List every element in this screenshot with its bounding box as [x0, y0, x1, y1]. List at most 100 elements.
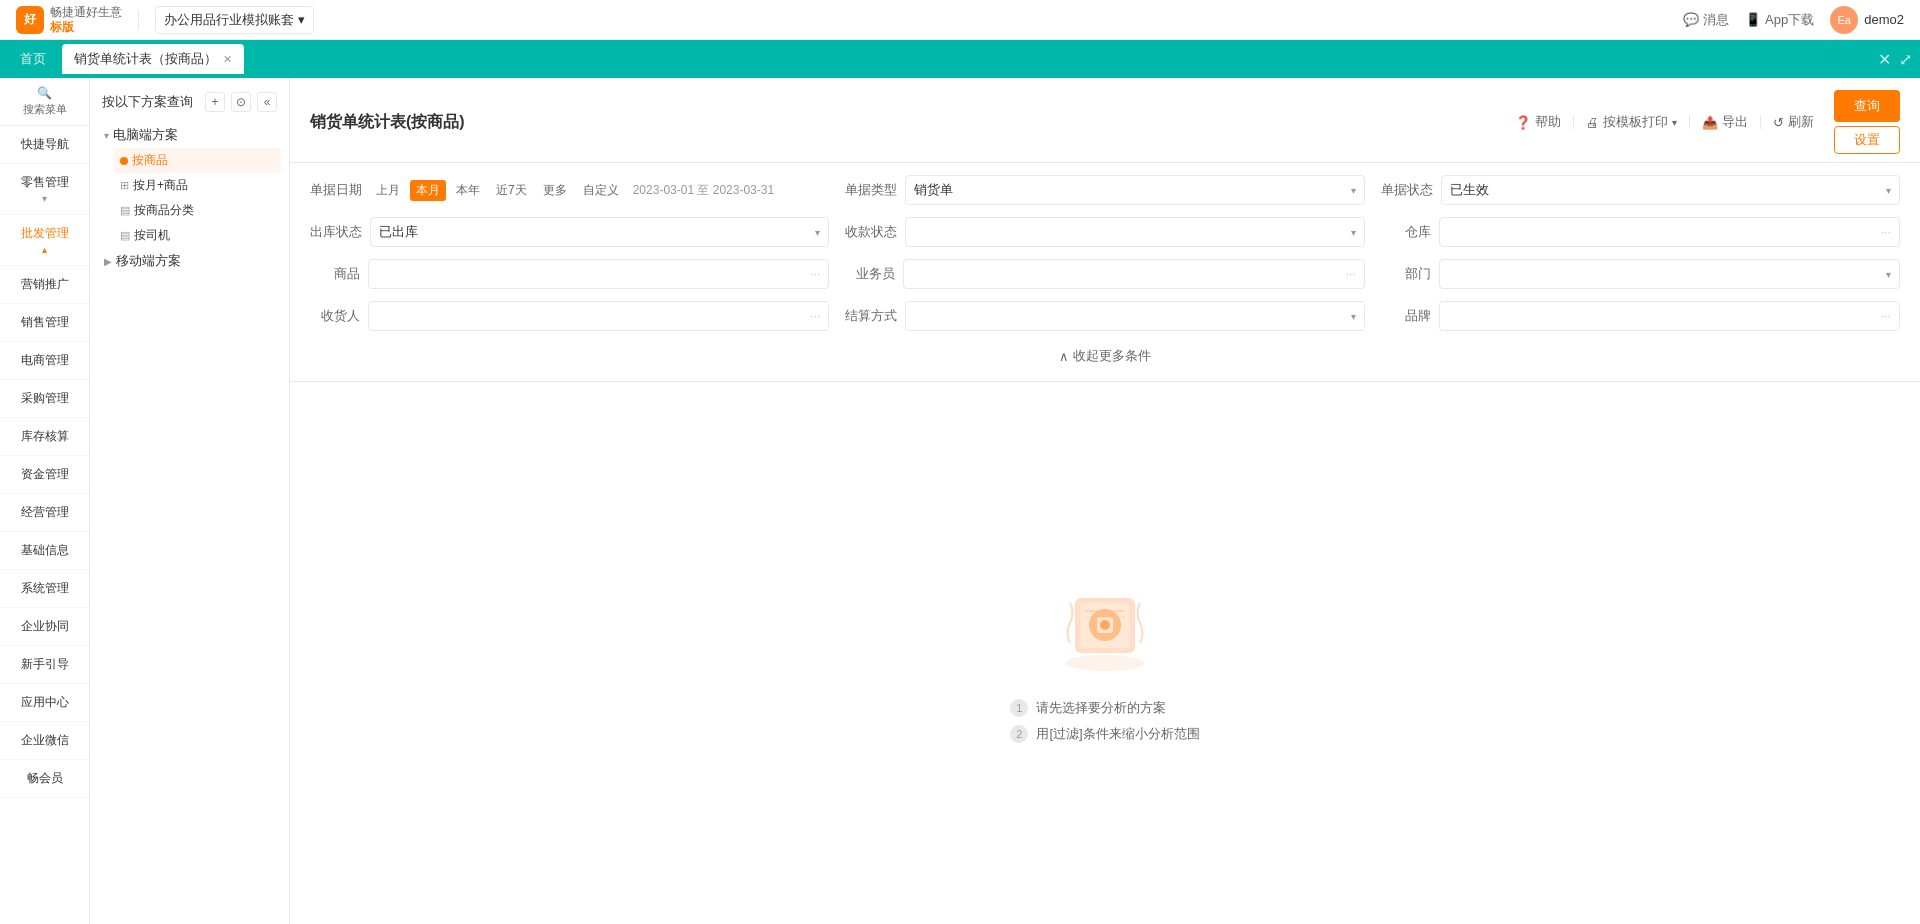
main-right: 销货单统计表(按商品) ❓ 帮助 🖨 按模板打印 ▾ 📤	[290, 78, 1920, 924]
brand-select[interactable]: ···	[1439, 301, 1900, 331]
tab-close-icon[interactable]: ✕	[223, 53, 232, 66]
sidebar-item-purchase[interactable]: 采购管理	[0, 380, 89, 418]
divider2	[1689, 115, 1690, 129]
chevron-down-icon: ▾	[298, 12, 305, 27]
divider	[1573, 115, 1574, 129]
empty-tips: 1 请先选择要分析的方案 2 用[过滤]条件来缩小分析范围	[1010, 699, 1199, 743]
sidebar-quick-nav[interactable]: 快捷导航	[0, 126, 89, 164]
status-select[interactable]: 已生效 ▾	[1441, 175, 1900, 205]
tree-pc-section[interactable]: ▾ 电脑端方案	[98, 122, 281, 148]
filter-row-3: 商品 ··· 业务员 ··· 部门	[310, 259, 1900, 289]
date-tab-this-year[interactable]: 本年	[450, 180, 486, 201]
settlement-select[interactable]: ▾	[905, 301, 1364, 331]
tab-bar-right: ✕ ⤢	[1878, 50, 1912, 69]
date-tab-custom[interactable]: 自定义	[577, 180, 625, 201]
chevron-down-icon: ▾	[42, 193, 47, 204]
avatar: Ea	[1830, 6, 1858, 34]
receiver-field: 收货人 ···	[310, 301, 829, 331]
grid-icon: ⊞	[120, 179, 129, 192]
date-tab-more[interactable]: 更多	[537, 180, 573, 201]
print-btn[interactable]: 🖨 按模板打印 ▾	[1578, 109, 1685, 135]
page-title: 销货单统计表(按商品)	[310, 112, 465, 133]
collapse-panel-btn[interactable]: «	[257, 92, 277, 112]
sidebar-item-member[interactable]: 畅会员	[0, 760, 89, 798]
refresh-btn[interactable]: ↺ 刷新	[1765, 109, 1822, 135]
tree-item-by-month-product[interactable]: ⊞ 按月+商品	[114, 173, 281, 198]
sidebar-item-ecommerce[interactable]: 电商管理	[0, 342, 89, 380]
settings-btn[interactable]: 设置	[1834, 126, 1900, 154]
top-bar: 好 畅捷通好生意 标版 办公用品行业模拟账套 ▾ 💬 消息 📱 App下载 Ea…	[0, 0, 1920, 40]
refresh-icon: ↺	[1773, 115, 1784, 130]
warehouse-select[interactable]: ···	[1439, 217, 1900, 247]
search-menu-btn[interactable]: 🔍 搜索菜单	[0, 78, 89, 126]
sidebar: 🔍 搜索菜单 快捷导航 零售管理 ▾ 批发管理 ▴ 营销推广 销售管理 电商管理…	[0, 78, 90, 924]
dots-icon3[interactable]: ···	[1346, 267, 1356, 281]
tab-bar: 首页 销货单统计表（按商品） ✕ ✕ ⤢	[0, 40, 1920, 78]
chevron-right-icon: ▶	[104, 256, 112, 267]
filter-panel: 按以下方案查询 + ⊙ « ▾ 电脑端方案 按商品	[90, 78, 290, 924]
sidebar-item-finance[interactable]: 资金管理	[0, 456, 89, 494]
sidebar-item-operation[interactable]: 经营管理	[0, 494, 89, 532]
svg-point-5	[1100, 620, 1110, 630]
tree-item-by-category[interactable]: ▤ 按商品分类	[114, 198, 281, 223]
dots-icon2[interactable]: ···	[810, 267, 820, 281]
sidebar-item-wechat[interactable]: 企业微信	[0, 722, 89, 760]
sidebar-item-sales[interactable]: 销售管理	[0, 304, 89, 342]
add-scheme-btn[interactable]: +	[205, 92, 225, 112]
app-download-btn[interactable]: 📱 App下载	[1745, 11, 1814, 29]
top-bar-right: 💬 消息 📱 App下载 Ea demo2	[1683, 6, 1904, 34]
top-bar-left: 好 畅捷通好生意 标版 办公用品行业模拟账套 ▾	[16, 5, 314, 34]
query-buttons: 查询 设置	[1834, 90, 1900, 154]
maximize-icon[interactable]: ⤢	[1899, 50, 1912, 69]
receiver-select[interactable]: ···	[368, 301, 829, 331]
salesperson-select[interactable]: ···	[903, 259, 1364, 289]
query-btn[interactable]: 查询	[1834, 90, 1900, 122]
sidebar-item-wholesale[interactable]: 批发管理 ▴	[0, 215, 89, 266]
settlement-field: 结算方式 ▾	[845, 301, 1364, 331]
collapse-conditions-btn[interactable]: ∧ 收起更多条件	[310, 347, 1900, 365]
message-icon: 💬	[1683, 12, 1699, 27]
dots-icon[interactable]: ···	[1881, 225, 1891, 239]
tree-item-by-product[interactable]: 按商品	[114, 148, 281, 173]
help-btn[interactable]: ❓ 帮助	[1507, 109, 1569, 135]
export-btn[interactable]: 📤 导出	[1694, 109, 1756, 135]
dots-icon5[interactable]: ···	[1881, 309, 1891, 323]
edit-scheme-btn[interactable]: ⊙	[231, 92, 251, 112]
empty-tip-1: 1 请先选择要分析的方案	[1010, 699, 1199, 717]
help-icon: ❓	[1515, 115, 1531, 130]
sidebar-item-enterprise[interactable]: 企业协同	[0, 608, 89, 646]
workspace-selector[interactable]: 办公用品行业模拟账套 ▾	[155, 6, 314, 34]
logo-text: 畅捷通好生意 标版	[50, 5, 122, 34]
dots-icon4[interactable]: ···	[810, 309, 820, 323]
tree-mobile-section[interactable]: ▶ 移动端方案	[98, 248, 281, 274]
dept-field: 部门 ▾	[1381, 259, 1900, 289]
date-selector: 上月 本月 本年 近7天 更多 自定义 2023-03-01 至 2023-03…	[370, 180, 829, 201]
out-status-select[interactable]: 已出库 ▾	[370, 217, 829, 247]
tree-item-by-cashier[interactable]: ▤ 按司机	[114, 223, 281, 248]
chevron-down-icon2: ▾	[1886, 269, 1891, 280]
sidebar-item-app-center[interactable]: 应用中心	[0, 684, 89, 722]
type-select[interactable]: 销货单 ▾	[905, 175, 1364, 205]
filter-tree: ▾ 电脑端方案 按商品 ⊞ 按月+商品 ▤ 按商品分类	[90, 118, 289, 278]
sidebar-item-retail[interactable]: 零售管理 ▾	[0, 164, 89, 215]
goods-select[interactable]: ···	[368, 259, 829, 289]
dept-select[interactable]: ▾	[1439, 259, 1900, 289]
tab-home[interactable]: 首页	[8, 44, 58, 74]
sidebar-item-newbie[interactable]: 新手引导	[0, 646, 89, 684]
tab-report[interactable]: 销货单统计表（按商品） ✕	[62, 44, 244, 74]
sidebar-item-basic[interactable]: 基础信息	[0, 532, 89, 570]
type-field: 单据类型 销货单 ▾	[845, 175, 1364, 205]
user-area[interactable]: Ea demo2	[1830, 6, 1904, 34]
sidebar-item-inventory[interactable]: 库存核算	[0, 418, 89, 456]
sidebar-item-marketing[interactable]: 营销推广	[0, 266, 89, 304]
main-content: 🔍 搜索菜单 快捷导航 零售管理 ▾ 批发管理 ▴ 营销推广 销售管理 电商管理…	[0, 78, 1920, 924]
date-tab-7days[interactable]: 近7天	[490, 180, 533, 201]
close-window-icon[interactable]: ✕	[1878, 50, 1891, 69]
date-tab-this-month[interactable]: 本月	[410, 180, 446, 201]
date-tab-last-month[interactable]: 上月	[370, 180, 406, 201]
payment-select[interactable]: ▾	[905, 217, 1364, 247]
message-btn[interactable]: 💬 消息	[1683, 11, 1729, 29]
content-panel: 按以下方案查询 + ⊙ « ▾ 电脑端方案 按商品	[90, 78, 1920, 924]
sidebar-item-system[interactable]: 系统管理	[0, 570, 89, 608]
cashier-icon: ▤	[120, 229, 130, 242]
